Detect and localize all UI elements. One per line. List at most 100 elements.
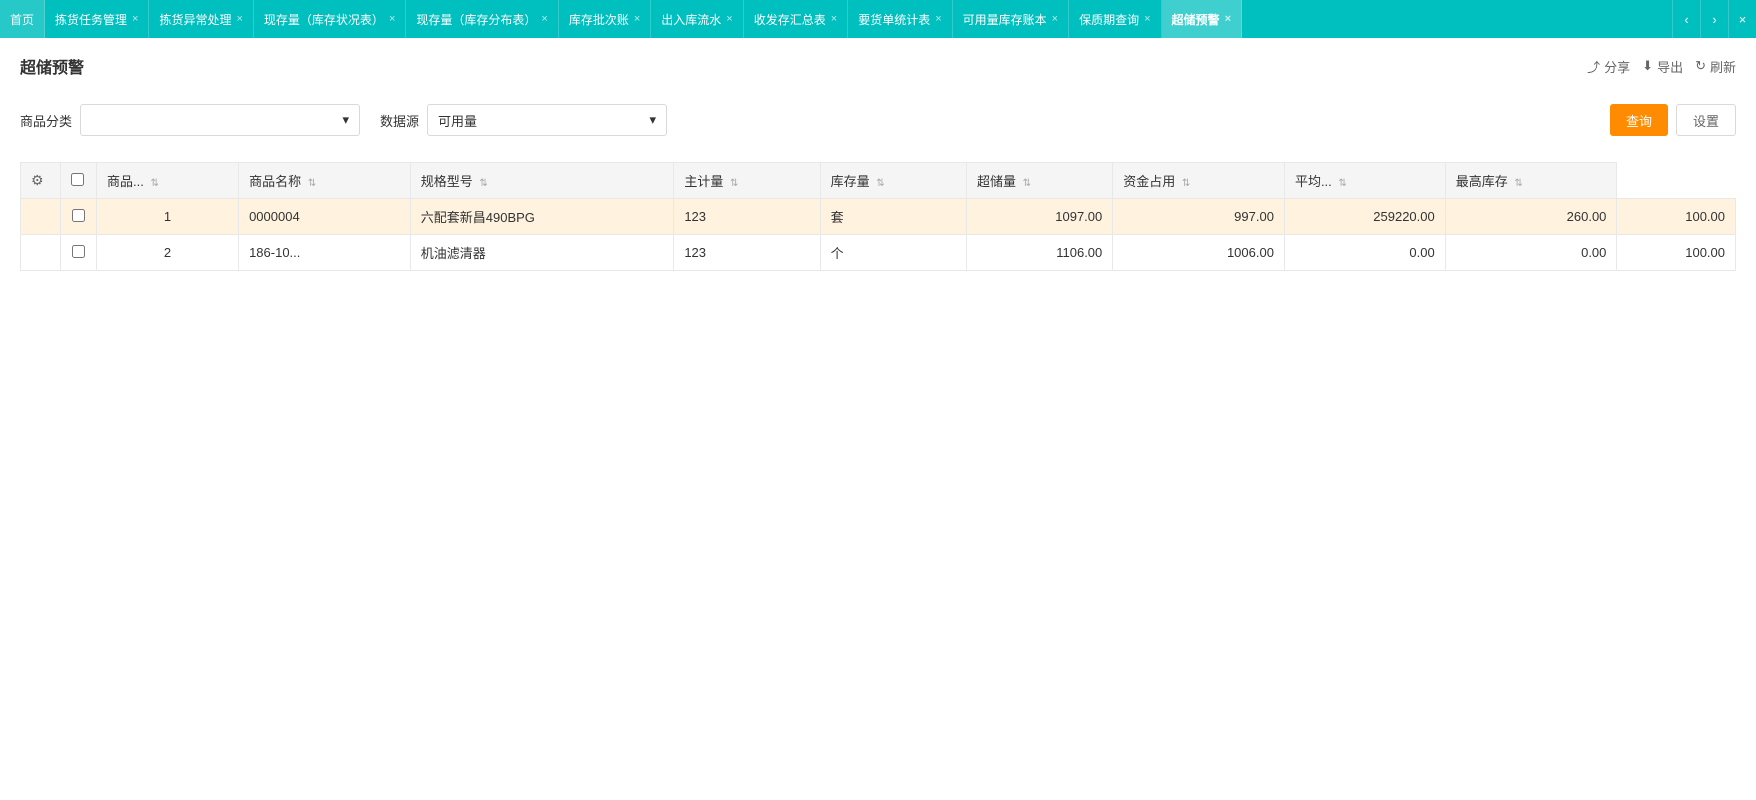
nav-tab-pick-exception-label: 拣货异常处理 (159, 11, 231, 28)
nav-tab-requisition[interactable]: 要货单统计表 × (848, 0, 952, 38)
share-button[interactable]: ⤴ 分享 (1587, 57, 1630, 76)
td-max-stock-1: 100.00 (1617, 235, 1736, 271)
td-product-code-1: 186-10... (239, 235, 411, 271)
nav-tab-available-label: 可用量库存账本 (963, 11, 1047, 28)
td-product-code-0: 0000004 (239, 199, 411, 235)
th-capital[interactable]: 资金占用 ⇅ (1113, 163, 1285, 199)
td-unit-0: 套 (820, 199, 966, 235)
nav-tab-flow-close[interactable]: × (726, 13, 732, 25)
query-button[interactable]: 查询 (1610, 104, 1668, 136)
th-overflow[interactable]: 超储量 ⇅ (966, 163, 1112, 199)
td-product-name-1: 机油滤清器 (410, 235, 674, 271)
data-source-chevron-icon: ▾ (650, 112, 657, 128)
export-label: 导出 (1657, 57, 1683, 76)
export-button[interactable]: ⬇ 导出 (1642, 57, 1683, 76)
td-checkbox-0 (61, 199, 97, 235)
th-spec-sort-icon: ⇅ (479, 178, 487, 189)
th-settings: ⚙ (21, 163, 61, 199)
th-spec-label: 规格型号 (421, 174, 473, 189)
nav-tab-batch-account-close[interactable]: × (634, 13, 640, 25)
nav-tab-stock-status-close[interactable]: × (389, 13, 395, 25)
nav-tab-summary[interactable]: 收发存汇总表 × (744, 0, 848, 38)
nav-tab-stock-status-label: 现存量（库存状况表） (264, 11, 384, 28)
th-product-code-sort-icon: ⇅ (150, 178, 158, 189)
nav-tab-requisition-label: 要货单统计表 (858, 11, 930, 28)
th-stock[interactable]: 库存量 ⇅ (820, 163, 966, 199)
nav-tab-flow-label: 出入库流水 (661, 11, 721, 28)
refresh-icon: ↻ (1695, 58, 1706, 74)
nav-tab-pick-task-label: 拣货任务管理 (55, 11, 127, 28)
th-avg[interactable]: 平均... ⇅ (1284, 163, 1445, 199)
nav-tab-summary-close[interactable]: × (831, 13, 837, 25)
td-product-name-0: 六配套新昌490BPG (410, 199, 674, 235)
row-checkbox-0[interactable] (72, 209, 85, 222)
settings-button[interactable]: 设置 (1676, 104, 1736, 136)
table-header-row: ⚙ 商品... ⇅ 商品名称 ⇅ 规格型号 ⇅ 主计量 (21, 163, 1736, 199)
nav-tab-requisition-close[interactable]: × (935, 13, 941, 25)
nav-tab-pick-exception[interactable]: 拣货异常处理 × (149, 0, 253, 38)
select-all-checkbox[interactable] (71, 173, 84, 186)
header-actions: ⤴ 分享 ⬇ 导出 ↻ 刷新 (1587, 57, 1736, 76)
nav-tab-expiry-close[interactable]: × (1144, 13, 1150, 25)
nav-arrow-right[interactable]: › (1700, 0, 1728, 38)
nav-tab-home[interactable]: 首页 (0, 0, 45, 38)
top-navigation: 首页 拣货任务管理 × 拣货异常处理 × 现存量（库存状况表） × 现存量（库存… (0, 0, 1756, 38)
nav-tab-pick-task-close[interactable]: × (132, 13, 138, 25)
nav-tab-flow[interactable]: 出入库流水 × (651, 0, 743, 38)
nav-tab-stock-dist[interactable]: 现存量（库存分布表） × (406, 0, 558, 38)
settings-gear-icon[interactable]: ⚙ (31, 172, 44, 188)
main-content: 超储预警 ⤴ 分享 ⬇ 导出 ↻ 刷新 商品分类 ▾ 数据源 (0, 38, 1756, 800)
filter-actions: 查询 设置 (1610, 104, 1736, 136)
th-max-stock[interactable]: 最高库存 ⇅ (1445, 163, 1617, 199)
export-icon: ⬇ (1642, 58, 1653, 74)
nav-tab-batch-account[interactable]: 库存批次账 × (559, 0, 651, 38)
td-capital-1: 0.00 (1284, 235, 1445, 271)
th-unit-sort-icon: ⇅ (730, 178, 738, 189)
data-source-select[interactable]: 可用量 ▾ (427, 104, 667, 136)
nav-tab-expiry[interactable]: 保质期查询 × (1069, 0, 1161, 38)
th-spec[interactable]: 规格型号 ⇅ (410, 163, 674, 199)
nav-arrow-left[interactable]: ‹ (1672, 0, 1700, 38)
product-category-label: 商品分类 (20, 111, 72, 130)
nav-arrow-close[interactable]: × (1728, 0, 1756, 38)
table-header: ⚙ 商品... ⇅ 商品名称 ⇅ 规格型号 ⇅ 主计量 (21, 163, 1736, 199)
refresh-button[interactable]: ↻ 刷新 (1695, 57, 1736, 76)
nav-tab-stock-dist-close[interactable]: × (541, 13, 547, 25)
th-product-name-label: 商品名称 (249, 174, 301, 189)
th-stock-sort-icon: ⇅ (876, 178, 884, 189)
page-title: 超储预警 (20, 54, 84, 78)
td-capital-0: 259220.00 (1284, 199, 1445, 235)
filter-product-category: 商品分类 ▾ (20, 104, 360, 136)
product-category-select[interactable]: ▾ (80, 104, 360, 136)
nav-tab-overstock-label: 超储预警 (1172, 11, 1220, 28)
data-source-value: 可用量 (438, 111, 477, 130)
th-product-code-label: 商品... (107, 174, 144, 189)
data-table: ⚙ 商品... ⇅ 商品名称 ⇅ 规格型号 ⇅ 主计量 (20, 162, 1736, 271)
td-avg-0: 260.00 (1445, 199, 1617, 235)
nav-tab-available-close[interactable]: × (1052, 13, 1058, 25)
th-stock-label: 库存量 (831, 174, 870, 189)
td-overflow-1: 1006.00 (1113, 235, 1285, 271)
row-checkbox-1[interactable] (72, 245, 85, 258)
th-product-name[interactable]: 商品名称 ⇅ (239, 163, 411, 199)
td-spec-0: 123 (674, 199, 820, 235)
td-checkbox-1 (61, 235, 97, 271)
td-settings-1 (21, 235, 61, 271)
th-checkbox (61, 163, 97, 199)
nav-tab-available[interactable]: 可用量库存账本 × (953, 0, 1069, 38)
td-settings-0 (21, 199, 61, 235)
refresh-label: 刷新 (1710, 57, 1736, 76)
nav-tab-overstock-close[interactable]: × (1225, 13, 1231, 25)
nav-tab-pick-task[interactable]: 拣货任务管理 × (45, 0, 149, 38)
table-row: 1 0000004 六配套新昌490BPG 123 套 1097.00 997.… (21, 199, 1736, 235)
nav-tab-overstock[interactable]: 超储预警 × (1162, 0, 1242, 38)
th-unit[interactable]: 主计量 ⇅ (674, 163, 820, 199)
nav-tab-expiry-label: 保质期查询 (1079, 11, 1139, 28)
nav-tab-pick-exception-close[interactable]: × (236, 13, 242, 25)
nav-tab-home-label: 首页 (10, 11, 34, 28)
th-product-code[interactable]: 商品... ⇅ (97, 163, 239, 199)
product-category-chevron-icon: ▾ (342, 112, 349, 128)
nav-tab-stock-status[interactable]: 现存量（库存状况表） × (254, 0, 406, 38)
td-unit-1: 个 (820, 235, 966, 271)
table-body: 1 0000004 六配套新昌490BPG 123 套 1097.00 997.… (21, 199, 1736, 271)
